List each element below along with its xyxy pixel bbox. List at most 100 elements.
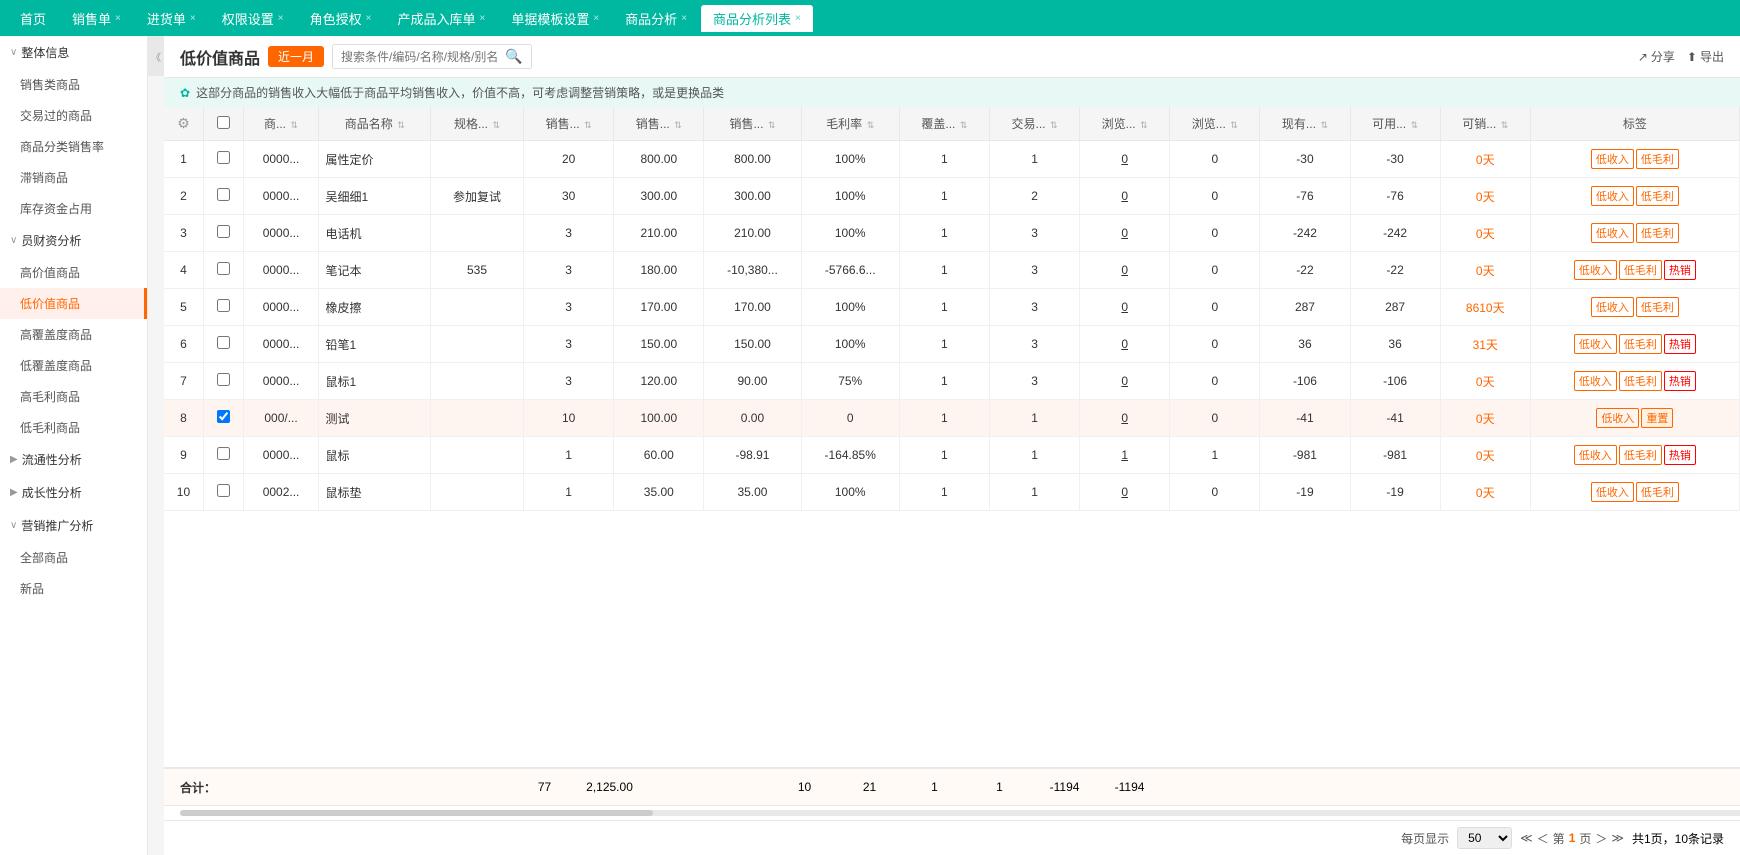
nav-close-icon[interactable]: × <box>366 13 372 24</box>
nav-item-进货单[interactable]: 进货单× <box>135 5 208 32</box>
row-checkbox[interactable] <box>217 373 230 386</box>
sidebar-group-员财资分析[interactable]: ∨ 员财资分析 <box>0 224 147 257</box>
sidebar-item-销售类商品[interactable]: 销售类商品 <box>0 69 147 100</box>
browse-link[interactable]: 0 <box>1121 337 1128 351</box>
tag-低毛利: 低毛利 <box>1619 260 1662 280</box>
cell-spec <box>430 400 523 437</box>
cell-spec <box>430 437 523 474</box>
cell-margin: 0 <box>801 400 899 437</box>
col-header-avail[interactable]: 可用... ⇅ <box>1350 107 1440 141</box>
share-button[interactable]: ↗ 分享 <box>1638 48 1675 65</box>
row-checkbox[interactable] <box>217 336 230 349</box>
sidebar-item-滞销商品[interactable]: 滞销商品 <box>0 162 147 193</box>
next-page-button[interactable]: ＞ <box>1595 830 1607 847</box>
period-button[interactable]: 近一月 <box>268 46 324 67</box>
browse-link[interactable]: 0 <box>1121 374 1128 388</box>
sidebar-item-新品[interactable]: 新品 <box>0 573 147 604</box>
browse-link[interactable]: 1 <box>1121 448 1128 462</box>
sidebar-item-高覆盖度商品[interactable]: 高覆盖度商品 <box>0 319 147 350</box>
browse-link[interactable]: 0 <box>1121 411 1128 425</box>
cell-margin: -164.85% <box>801 437 899 474</box>
prev-page-button[interactable]: ≪ <box>1520 831 1533 845</box>
browse-link[interactable]: 0 <box>1121 226 1128 240</box>
col-header-spec[interactable]: 规格... ⇅ <box>430 107 523 141</box>
nav-item-商品分析[interactable]: 商品分析× <box>613 5 699 32</box>
nav-item-首页[interactable]: 首页 <box>8 5 58 32</box>
cell-margin: 100% <box>801 474 899 511</box>
row-checkbox[interactable] <box>217 447 230 460</box>
cell-avail: -981 <box>1350 437 1440 474</box>
col-header-cover[interactable]: 覆盖... ⇅ <box>899 107 989 141</box>
row-checkbox[interactable] <box>217 188 230 201</box>
col-header-sale_cost[interactable]: 销售... ⇅ <box>704 107 801 141</box>
cell-browse1: 0 <box>1080 252 1170 289</box>
sidebar-group-成长性分析[interactable]: ▶ 成长性分析 <box>0 476 147 509</box>
col-header-stock[interactable]: 现有... ⇅ <box>1260 107 1350 141</box>
cell-code: 0000... <box>243 326 319 363</box>
cell-sale_cost: 170.00 <box>704 289 801 326</box>
nav-close-icon[interactable]: × <box>795 13 801 24</box>
tag-低收入: 低收入 <box>1591 482 1634 502</box>
sidebar-item-低毛利商品[interactable]: 低毛利商品 <box>0 412 147 443</box>
browse-link[interactable]: 0 <box>1121 152 1128 166</box>
sidebar-item-商品分类销售率[interactable]: 商品分类销售率 <box>0 131 147 162</box>
nav-item-销售单[interactable]: 销售单× <box>60 5 133 32</box>
row-checkbox[interactable] <box>217 151 230 164</box>
browse-link[interactable]: 0 <box>1121 485 1128 499</box>
select-all-checkbox[interactable] <box>217 116 230 129</box>
prev-page-button2[interactable]: ＜ <box>1537 830 1549 847</box>
nav-item-角色授权[interactable]: 角色授权× <box>298 5 384 32</box>
row-checkbox[interactable] <box>217 225 230 238</box>
browse-link[interactable]: 0 <box>1121 189 1128 203</box>
nav-item-权限设置[interactable]: 权限设置× <box>210 5 296 32</box>
col-header-browse1[interactable]: 浏览... ⇅ <box>1080 107 1170 141</box>
sidebar-item-低覆盖度商品[interactable]: 低覆盖度商品 <box>0 350 147 381</box>
sidebar-item-低价值商品[interactable]: 低价值商品 <box>0 288 147 319</box>
browse-link[interactable]: 0 <box>1121 263 1128 277</box>
row-checkbox[interactable] <box>217 299 230 312</box>
nav-close-icon[interactable]: × <box>278 13 284 24</box>
col-header-code[interactable]: 商... ⇅ <box>243 107 319 141</box>
sidebar-item-交易过的商品[interactable]: 交易过的商品 <box>0 100 147 131</box>
horizontal-scrollbar[interactable] <box>180 810 1740 816</box>
row-checkbox[interactable] <box>217 410 230 423</box>
cell-sale_cost: 210.00 <box>704 215 801 252</box>
sidebar-group-整体信息[interactable]: ∨ 整体信息 <box>0 36 147 69</box>
col-header-margin[interactable]: 毛利率 ⇅ <box>801 107 899 141</box>
nav-item-单据模板设置[interactable]: 单据模板设置× <box>499 5 611 32</box>
nav-item-商品分析列表[interactable]: 商品分析列表× <box>701 5 813 32</box>
gear-icon[interactable]: ⚙ <box>177 115 190 131</box>
sidebar-group-流通性分析[interactable]: ▶ 流通性分析 <box>0 443 147 476</box>
nav-close-icon[interactable]: × <box>593 13 599 24</box>
col-header-trade[interactable]: 交易... ⇅ <box>989 107 1079 141</box>
scrollbar-thumb[interactable] <box>180 810 653 816</box>
cell-avail: -19 <box>1350 474 1440 511</box>
search-input[interactable] <box>341 50 501 64</box>
nav-item-产成品入库单[interactable]: 产成品入库单× <box>385 5 497 32</box>
row-checkbox[interactable] <box>217 262 230 275</box>
nav-close-icon[interactable]: × <box>479 13 485 24</box>
col-header-name[interactable]: 商品名称 ⇅ <box>319 107 431 141</box>
sidebar-group-营销推广分析[interactable]: ∨ 营销推广分析 <box>0 509 147 542</box>
sidebar-item-高毛利商品[interactable]: 高毛利商品 <box>0 381 147 412</box>
nav-close-icon[interactable]: × <box>190 13 196 24</box>
cell-sale_cost: 300.00 <box>704 178 801 215</box>
next-page-button2[interactable]: ≫ <box>1611 831 1624 845</box>
col-header-sale_qty[interactable]: 销售... ⇅ <box>524 107 614 141</box>
nav-close-icon[interactable]: × <box>681 13 687 24</box>
cell-margin: 100% <box>801 326 899 363</box>
nav-close-icon[interactable]: × <box>115 13 121 24</box>
sidebar-item-库存资金占用[interactable]: 库存资金占用 <box>0 193 147 224</box>
browse-link[interactable]: 0 <box>1121 300 1128 314</box>
col-header-browse2[interactable]: 浏览... ⇅ <box>1170 107 1260 141</box>
row-checkbox[interactable] <box>217 484 230 497</box>
export-button[interactable]: ⬆ 导出 <box>1687 48 1724 65</box>
collapse-sidebar-button[interactable]: 《 <box>148 36 164 76</box>
col-header-sellable[interactable]: 可销... ⇅ <box>1440 107 1530 141</box>
col-header-sale_amt[interactable]: 销售... ⇅ <box>614 107 704 141</box>
cell-sale_amt: 170.00 <box>614 289 704 326</box>
sidebar-item-高价值商品[interactable]: 高价值商品 <box>0 257 147 288</box>
cell-sale_cost: 150.00 <box>704 326 801 363</box>
per-page-select[interactable]: 50 100 <box>1457 827 1512 849</box>
sidebar-item-全部商品[interactable]: 全部商品 <box>0 542 147 573</box>
